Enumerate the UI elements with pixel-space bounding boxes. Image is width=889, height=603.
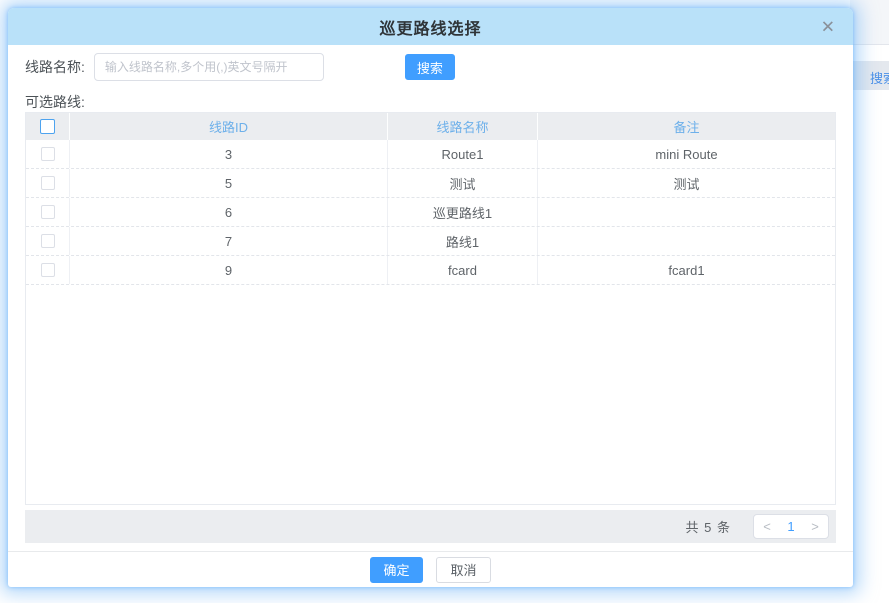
dialog-titlebar: 巡更路线选择 ✕ [8, 8, 853, 45]
next-page-icon[interactable]: > [802, 515, 828, 538]
search-button[interactable]: 搜索 [405, 54, 455, 80]
row-checkbox[interactable] [41, 263, 55, 277]
total-count-label: 共 5 条 [686, 517, 731, 536]
confirm-button[interactable]: 确定 [370, 557, 423, 583]
table-header-row: 线路ID 线路名称 备注 [26, 112, 835, 140]
column-header-route-name: 线路名称 [388, 113, 538, 140]
cell-note [538, 198, 835, 226]
dialog-title: 巡更路线选择 [379, 15, 481, 39]
cell-route-id: 7 [70, 227, 388, 255]
row-checkbox[interactable] [41, 147, 55, 161]
selectable-routes-label: 可选路线: [25, 93, 836, 111]
table-row[interactable]: 3 Route1 mini Route [26, 140, 835, 169]
cell-route-name: Route1 [388, 140, 538, 168]
table-row[interactable]: 5 测试 测试 [26, 169, 835, 198]
background-toolbar-strip: 搜索 [850, 61, 889, 90]
pager: < 1 > [753, 514, 829, 539]
cell-route-id: 3 [70, 140, 388, 168]
row-checkbox-cell [26, 227, 70, 255]
row-checkbox-cell [26, 198, 70, 226]
row-checkbox-cell [26, 140, 70, 168]
background-partial-text: 搜索 [870, 68, 889, 87]
row-checkbox[interactable] [41, 234, 55, 248]
route-name-input[interactable] [94, 53, 324, 81]
select-all-checkbox[interactable] [40, 119, 55, 134]
row-checkbox-cell [26, 169, 70, 197]
cell-route-name: fcard [388, 256, 538, 284]
table-empty-area [26, 285, 835, 504]
table-row[interactable]: 9 fcard fcard1 [26, 256, 835, 285]
cancel-button[interactable]: 取消 [436, 557, 491, 583]
prev-page-icon[interactable]: < [754, 515, 780, 538]
header-select-all-cell [26, 113, 70, 140]
page-number[interactable]: 1 [780, 519, 802, 534]
cell-route-name: 测试 [388, 169, 538, 197]
cell-route-name: 路线1 [388, 227, 538, 255]
dialog-footer: 确定 取消 [8, 551, 853, 587]
cell-route-id: 9 [70, 256, 388, 284]
patrol-route-select-dialog: 巡更路线选择 ✕ 线路名称: 搜索 可选路线: 线路ID 线路名称 备注 [8, 8, 853, 587]
table-row[interactable]: 6 巡更路线1 [26, 198, 835, 227]
pagination-bar: 共 5 条 < 1 > [25, 510, 836, 543]
dialog-body: 线路名称: 搜索 可选路线: 线路ID 线路名称 备注 3 Route1 [8, 45, 853, 551]
cell-note: fcard1 [538, 256, 835, 284]
cell-route-name: 巡更路线1 [388, 198, 538, 226]
column-header-note: 备注 [538, 113, 835, 140]
row-checkbox-cell [26, 256, 70, 284]
cell-route-id: 5 [70, 169, 388, 197]
table-row[interactable]: 7 路线1 [26, 227, 835, 256]
cell-route-id: 6 [70, 198, 388, 226]
route-name-label: 线路名称: [25, 57, 85, 77]
page: 搜索 巡更路线选择 ✕ 线路名称: 搜索 可选路线: 线路ID 线路名称 [0, 0, 889, 603]
search-row: 线路名称: 搜索 [25, 53, 836, 81]
cell-note [538, 227, 835, 255]
close-icon[interactable]: ✕ [821, 18, 835, 35]
cell-note: mini Route [538, 140, 835, 168]
row-checkbox[interactable] [41, 205, 55, 219]
routes-table: 线路ID 线路名称 备注 3 Route1 mini Route 5 测试 测试 [25, 112, 836, 505]
background-panel-header [850, 0, 889, 45]
cell-note: 测试 [538, 169, 835, 197]
row-checkbox[interactable] [41, 176, 55, 190]
column-header-route-id: 线路ID [70, 113, 388, 140]
